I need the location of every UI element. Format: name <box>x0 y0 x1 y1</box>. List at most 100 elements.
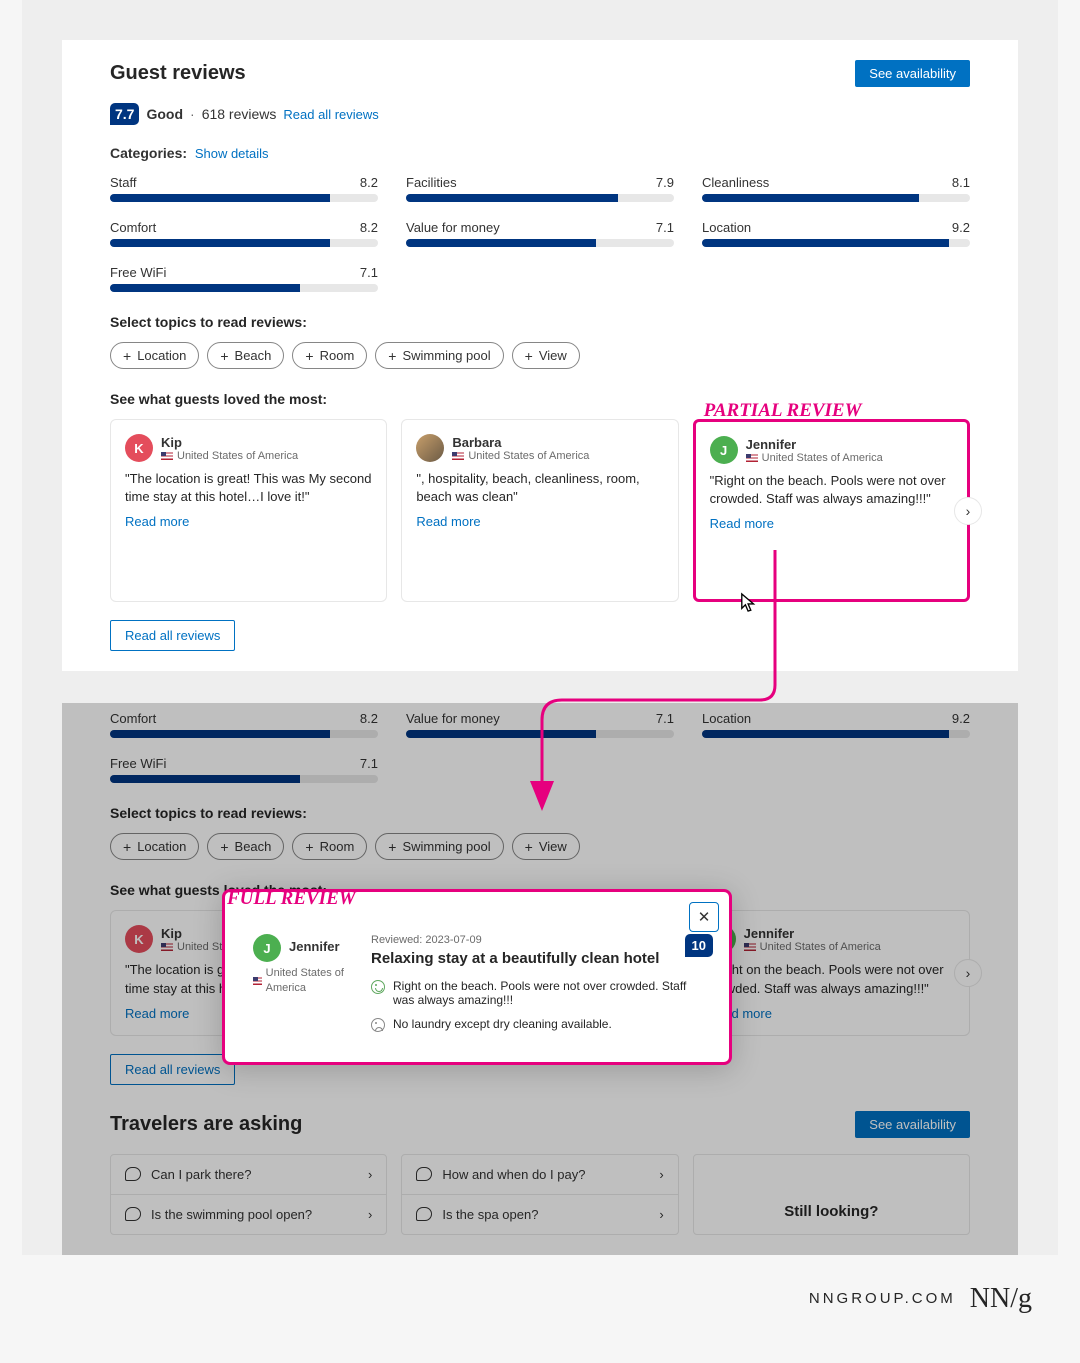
avatar: K <box>125 434 153 462</box>
avatar: J <box>710 436 738 464</box>
chip-beach[interactable]: +Beach <box>207 833 284 860</box>
chevron-right-icon: › <box>368 1207 372 1222</box>
chip-view[interactable]: +View <box>512 342 580 369</box>
review-card: PARTIAL REVIEW J Jennifer United States … <box>693 419 970 602</box>
read-more-link[interactable]: Read more <box>416 514 480 529</box>
modal-review-title: Relaxing stay at a beautifully clean hot… <box>371 950 709 967</box>
speech-bubble-icon <box>125 1207 141 1221</box>
plus-icon: + <box>123 840 131 854</box>
ask-row[interactable]: Is the swimming pool open?› <box>111 1195 386 1234</box>
topics-heading: Select topics to read reviews: <box>110 314 970 330</box>
reviewer-country: United States of America <box>452 450 589 462</box>
ask-row[interactable]: Is the spa open?› <box>402 1195 677 1234</box>
sad-face-icon <box>371 1018 385 1032</box>
bar-staff: Staff8.2 <box>110 175 378 202</box>
category-bars-dim: Comfort8.2 Value for money7.1 Location9.… <box>110 711 970 783</box>
plus-icon: + <box>220 840 228 854</box>
read-all-reviews-link[interactable]: Read all reviews <box>283 107 378 122</box>
bar-free-wifi: Free WiFi7.1 <box>110 265 378 292</box>
reviewer-name: Jennifer <box>746 437 883 452</box>
avatar <box>416 434 444 462</box>
review-text: "The location is great! This was My seco… <box>125 470 372 506</box>
reviewer-country: United States of America <box>746 452 883 464</box>
plus-icon: + <box>305 349 313 363</box>
chip-swimming-pool[interactable]: +Swimming pool <box>375 342 503 369</box>
chip-location[interactable]: +Location <box>110 833 199 860</box>
happy-face-icon <box>371 980 385 994</box>
chip-beach[interactable]: +Beach <box>207 342 284 369</box>
read-more-link[interactable]: Read more <box>125 514 189 529</box>
footer-url: NNGROUP.COM <box>809 1290 956 1307</box>
page-footer: NNGROUP.COM NN/g <box>0 1255 1080 1363</box>
reviewer-name: Kip <box>161 435 298 450</box>
ask-row[interactable]: Can I park there?› <box>111 1155 386 1195</box>
carousel-next-button[interactable]: › <box>954 497 982 525</box>
modal-score-badge: 10 <box>685 934 713 957</box>
plus-icon: + <box>525 840 533 854</box>
chevron-right-icon: › <box>368 1167 372 1182</box>
guest-reviews-panel: Guest reviews See availability 7.7 Good … <box>62 40 1018 671</box>
chevron-right-icon: › <box>659 1167 663 1182</box>
carousel-next-button-dim[interactable]: › <box>954 959 982 987</box>
review-card: Barbara United States of America ", hosp… <box>401 419 678 602</box>
flag-icon <box>161 452 173 460</box>
reviewer-name: Jennifer <box>744 926 881 941</box>
plus-icon: + <box>305 840 313 854</box>
flag-icon <box>161 943 173 951</box>
bar-facilities: Facilities7.9 <box>406 175 674 202</box>
travelers-asking-title: Travelers are asking <box>110 1113 302 1136</box>
close-icon[interactable]: ✕ <box>689 902 719 932</box>
chip-location[interactable]: +Location <box>110 342 199 369</box>
bar-location: Location9.2 <box>702 711 970 738</box>
topic-chips-dim: +Location +Beach +Room +Swimming pool +View <box>110 833 970 860</box>
review-card: K Kip United States of America "The loca… <box>110 419 387 602</box>
speech-bubble-icon <box>416 1167 432 1181</box>
chip-view[interactable]: +View <box>512 833 580 860</box>
chip-room[interactable]: +Room <box>292 833 367 860</box>
plus-icon: + <box>388 840 396 854</box>
read-all-reviews-button-dim[interactable]: Read all reviews <box>110 1054 235 1085</box>
chevron-right-icon: › <box>659 1207 663 1222</box>
modal-reviewer-name: Jennifer <box>289 939 340 954</box>
modal-review-date: Reviewed: 2023-07-09 <box>371 934 709 946</box>
bar-cleanliness: Cleanliness8.1 <box>702 175 970 202</box>
bar-free-wifi: Free WiFi7.1 <box>110 756 378 783</box>
speech-bubble-icon <box>416 1207 432 1221</box>
reviewer-country: United States of America <box>744 941 881 953</box>
review-text: "Right on the beach. Pools were not over… <box>710 472 953 508</box>
guest-reviews-panel-dimmed: Comfort8.2 Value for money7.1 Location9.… <box>62 703 1018 1254</box>
show-details-link[interactable]: Show details <box>195 146 269 161</box>
topic-chips: +Location +Beach +Room +Swimming pool +View <box>110 342 970 369</box>
avatar: K <box>125 925 153 953</box>
read-all-reviews-button[interactable]: Read all reviews <box>110 620 235 651</box>
ask-card-1: Can I park there?›Is the swimming pool o… <box>110 1154 387 1235</box>
chip-swimming-pool[interactable]: +Swimming pool <box>375 833 503 860</box>
category-bars: Staff8.2 Facilities7.9 Cleanliness8.1 Co… <box>110 175 970 292</box>
modal-positive-line: Right on the beach. Pools were not over … <box>371 979 709 1007</box>
flag-icon <box>452 452 464 460</box>
flag-icon <box>744 943 756 951</box>
read-more-link[interactable]: Read more <box>710 516 774 531</box>
review-text: "Right on the beach. Pools were not over… <box>708 961 955 997</box>
bar-comfort: Comfort8.2 <box>110 220 378 247</box>
plus-icon: + <box>525 349 533 363</box>
flag-icon <box>253 977 262 985</box>
chip-room[interactable]: +Room <box>292 342 367 369</box>
read-more-link[interactable]: Read more <box>125 1006 189 1021</box>
see-availability-button-2[interactable]: See availability <box>855 1111 970 1138</box>
full-review-modal: FULL REVIEW ✕ 10 J Jennifer United State… <box>222 889 732 1065</box>
reviewer-country: United States of America <box>161 450 298 462</box>
ask-card-3: Still looking? <box>693 1154 970 1235</box>
ask-row[interactable]: How and when do I pay?› <box>402 1155 677 1195</box>
partial-review-annotation: PARTIAL REVIEW <box>704 400 862 422</box>
review-cards: K Kip United States of America "The loca… <box>110 419 970 602</box>
review-count: 618 reviews <box>202 106 277 122</box>
still-looking-text: Still looking? <box>694 1155 969 1220</box>
plus-icon: + <box>388 349 396 363</box>
footer-logo: NN/g <box>970 1283 1032 1315</box>
score-label: Good <box>146 106 183 122</box>
plus-icon: + <box>123 349 131 363</box>
score-summary: 7.7 Good · 618 reviews Read all reviews <box>110 103 970 125</box>
see-availability-button[interactable]: See availability <box>855 60 970 87</box>
modal-negative-line: No laundry except dry cleaning available… <box>371 1017 709 1032</box>
